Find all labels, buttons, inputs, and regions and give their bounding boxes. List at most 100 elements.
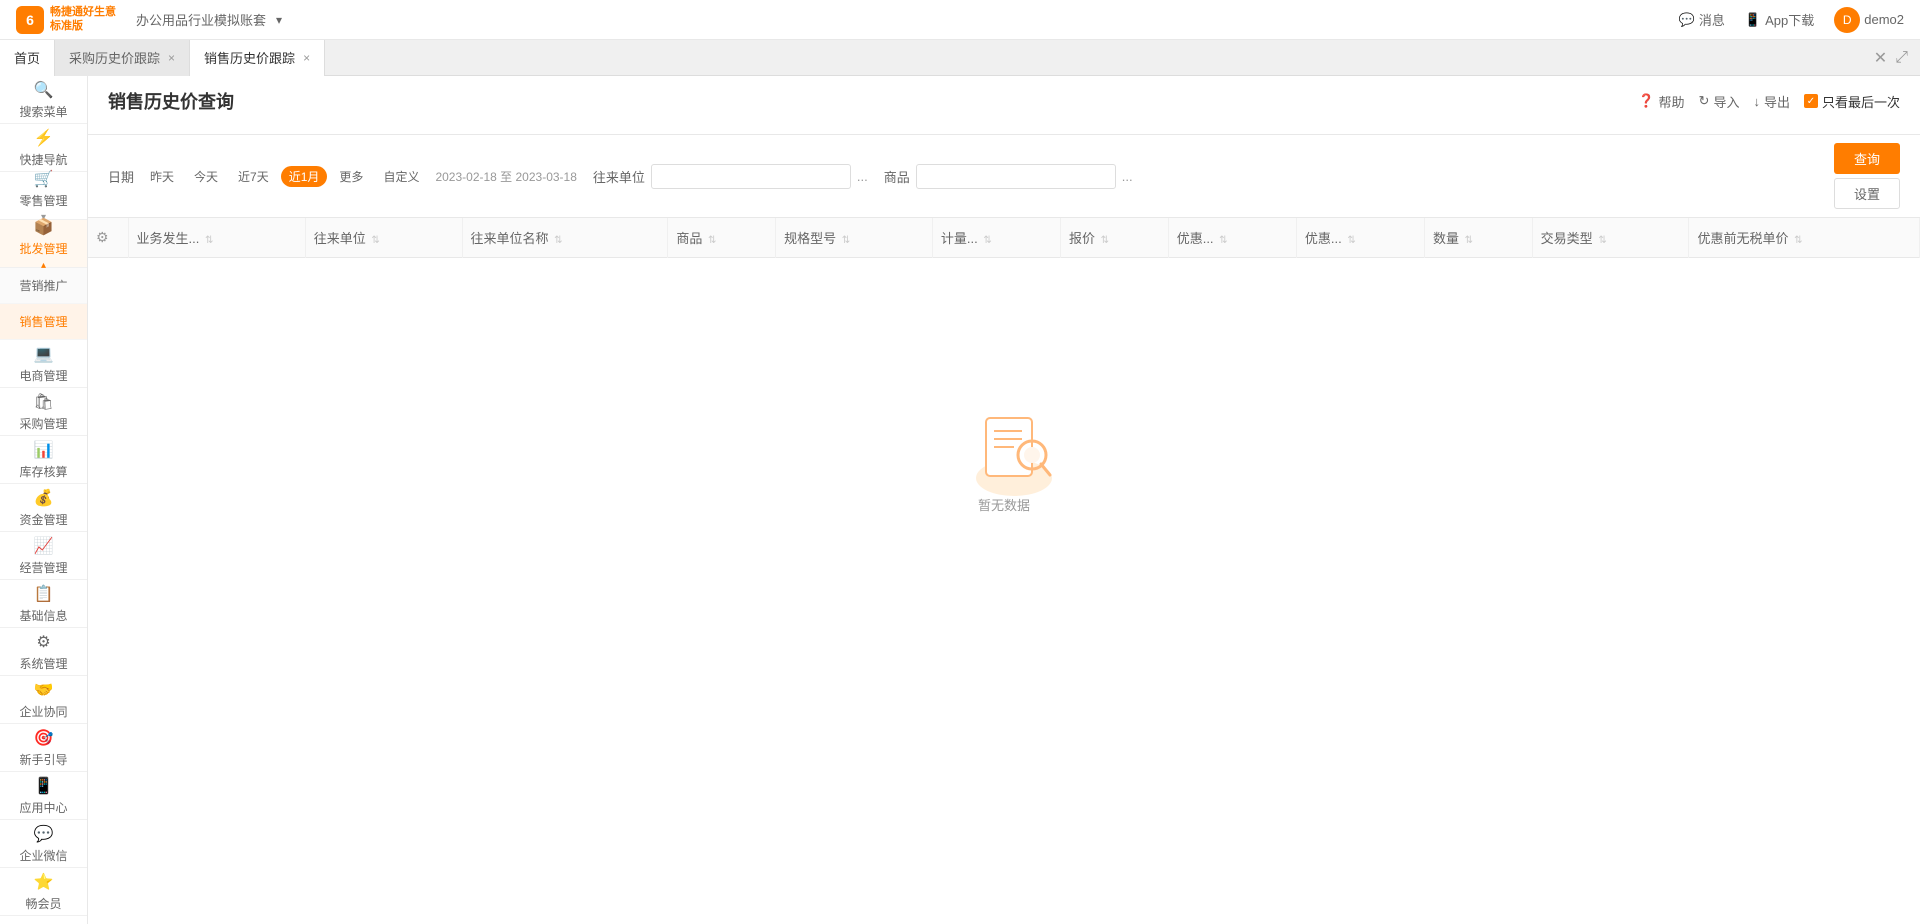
tab-actions: ✕ ⤢ [1874,48,1920,68]
sidebar-item-label: 基础信息 [19,607,67,624]
sidebar-item-member[interactable]: ⭐ 畅会员 [0,868,87,916]
th-spec[interactable]: 规格型号 ⇅ [776,218,933,258]
sidebar-item-label: 采购管理 [19,415,67,432]
empty-state: 暂无数据 [88,258,1920,658]
filter-bar: 日期 昨天 今天 近7天 近1月 更多 自定义 2023-02-18 至 202… [88,135,1920,218]
th-discount2[interactable]: 优惠... ⇅ [1296,218,1424,258]
th-biz-date[interactable]: 业务发生... ⇅ [128,218,305,258]
sidebar-item-operations[interactable]: 📈 经营管理 [0,532,87,580]
inventory-icon: 📊 [34,440,54,460]
th-quantity[interactable]: 数量 ⇅ [1424,218,1532,258]
settings-button[interactable]: 设置 [1834,178,1900,209]
operations-icon: 📈 [34,536,54,556]
sidebar-item-label: 资金管理 [19,511,67,528]
sort-icon: ⇅ [1598,235,1606,246]
sort-icon: ⇅ [371,235,379,246]
quick-nav-icon: ⚡ [34,128,54,148]
empty-illustration [964,403,1044,483]
download-icon: 📱 [1745,12,1761,28]
checkbox-icon [1804,94,1818,108]
tab-home-label: 首页 [14,48,40,67]
sidebar-item-purchase-mgmt[interactable]: 🛍 采购管理 [0,388,87,436]
sort-icon: ⇅ [1101,235,1109,246]
sort-icon: ⇅ [1347,235,1355,246]
message-btn[interactable]: 💬 消息 [1679,10,1725,29]
data-table: ⚙ 业务发生... ⇅ 往来单位 ⇅ 往来单位名称 ⇅ [88,218,1920,258]
tab-purchase-history[interactable]: 采购历史价跟踪 × [55,40,190,76]
sidebar-item-basic-info[interactable]: 📋 基础信息 [0,580,87,628]
page-header-top: 销售历史价查询 ❓ 帮助 ↻ 导入 ↓ 导出 [108,88,1900,114]
date-btn-1month[interactable]: 近1月 [281,166,328,187]
sidebar-item-label: 搜索菜单 [19,103,67,120]
query-button[interactable]: 查询 [1834,143,1900,174]
date-btn-7days[interactable]: 近7天 [230,166,277,187]
avatar: D [1834,7,1860,33]
sort-icon: ⇅ [842,235,850,246]
export-icon: ↓ [1753,94,1760,109]
help-btn[interactable]: ❓ 帮助 [1638,92,1684,111]
table-settings-icon[interactable]: ⚙ [96,229,109,245]
sidebar-item-label: 零售管理 [19,192,67,209]
sidebar-item-app-center[interactable]: 📱 应用中心 [0,772,87,820]
th-pre-tax-price[interactable]: 优惠前无税单价 ⇅ [1689,218,1920,258]
guide-icon: 🎯 [34,728,54,748]
sidebar-item-finance[interactable]: 💰 资金管理 [0,484,87,532]
th-unit[interactable]: 计量... ⇅ [932,218,1060,258]
date-btn-more[interactable]: 更多 [331,166,371,187]
tab-purchase-close-icon[interactable]: × [168,51,175,65]
sort-icon: ⇅ [983,235,991,246]
import-btn[interactable]: ↻ 导入 [1699,92,1740,111]
th-partner-code[interactable]: 往来单位 ⇅ [305,218,462,258]
product-filter-label: 商品 [884,167,910,186]
date-btn-today[interactable]: 今天 [186,166,226,187]
sidebar-item-quick-nav[interactable]: ⚡ 快捷导航 [0,124,87,172]
sidebar-sub-label: 营销推广 [19,277,67,294]
sidebar-item-search-menu[interactable]: 🔍 搜索菜单 [0,76,87,124]
tab-close-window-icon[interactable]: ✕ [1874,48,1887,68]
sidebar-item-wholesale-mgmt[interactable]: 📦 批发管理 ▴ [0,220,87,268]
th-discount1[interactable]: 优惠... ⇅ [1168,218,1296,258]
sidebar-item-ecommerce[interactable]: 💻 电商管理 [0,340,87,388]
sidebar-item-retail-mgmt[interactable]: 🛒 零售管理 ▾ [0,172,87,220]
tab-sales-label: 销售历史价跟踪 [204,48,295,67]
th-trade-type[interactable]: 交易类型 ⇅ [1532,218,1689,258]
sort-icon: ⇅ [1465,235,1473,246]
app-download-btn[interactable]: 📱 App下载 [1745,10,1814,29]
date-range-text: 2023-02-18 至 2023-03-18 [435,168,576,185]
retail-icon: 🛒 [34,169,54,189]
date-btn-yesterday[interactable]: 昨天 [142,166,182,187]
system-icon: ⚙ [36,632,50,652]
sidebar-item-enterprise-collab[interactable]: 🤝 企业协同 [0,676,87,724]
topbar-dropdown-icon[interactable]: ▾ [276,13,282,27]
sidebar-sub-item-sales-mgmt[interactable]: 销售管理 [0,304,87,340]
date-buttons: 昨天 今天 近7天 近1月 更多 自定义 [142,166,427,187]
sidebar-sub-label: 销售管理 [19,313,67,330]
sidebar-item-system-mgmt[interactable]: ⚙ 系统管理 [0,628,87,676]
partner-filter-group: 往来单位 ... [593,164,868,189]
user-profile[interactable]: D demo2 [1834,7,1904,33]
partner-dots-btn[interactable]: ... [857,169,868,184]
partner-input[interactable] [651,164,851,189]
tab-home[interactable]: 首页 [0,40,55,76]
date-filter-label: 日期 [108,167,134,186]
partner-filter-label: 往来单位 [593,167,645,186]
tab-sales-history[interactable]: 销售历史价跟踪 × [190,40,325,76]
product-dots-btn[interactable]: ... [1122,169,1133,184]
sidebar-item-inventory[interactable]: 📊 库存核算 [0,436,87,484]
th-product[interactable]: 商品 ⇅ [668,218,776,258]
date-btn-custom[interactable]: 自定义 [375,166,427,187]
logo-area: 6 畅捷通好生意 标准版 [16,6,116,34]
app-center-icon: 📱 [34,776,54,796]
only-last-checkbox[interactable]: 只看最后一次 [1804,92,1900,111]
tab-purchase-label: 采购历史价跟踪 [69,48,160,67]
th-quote[interactable]: 报价 ⇅ [1061,218,1169,258]
sidebar-item-enterprise-wechat[interactable]: 💬 企业微信 [0,820,87,868]
tab-sales-close-icon[interactable]: × [303,51,310,65]
sidebar-item-new-guide[interactable]: 🎯 新手引导 [0,724,87,772]
export-btn[interactable]: ↓ 导出 [1753,92,1790,111]
product-input[interactable] [916,164,1116,189]
th-partner-name[interactable]: 往来单位名称 ⇅ [462,218,668,258]
tab-maximize-icon[interactable]: ⤢ [1895,49,1908,67]
help-icon: ❓ [1638,93,1654,109]
sidebar-sub-item-marketing[interactable]: 营销推广 [0,268,87,304]
